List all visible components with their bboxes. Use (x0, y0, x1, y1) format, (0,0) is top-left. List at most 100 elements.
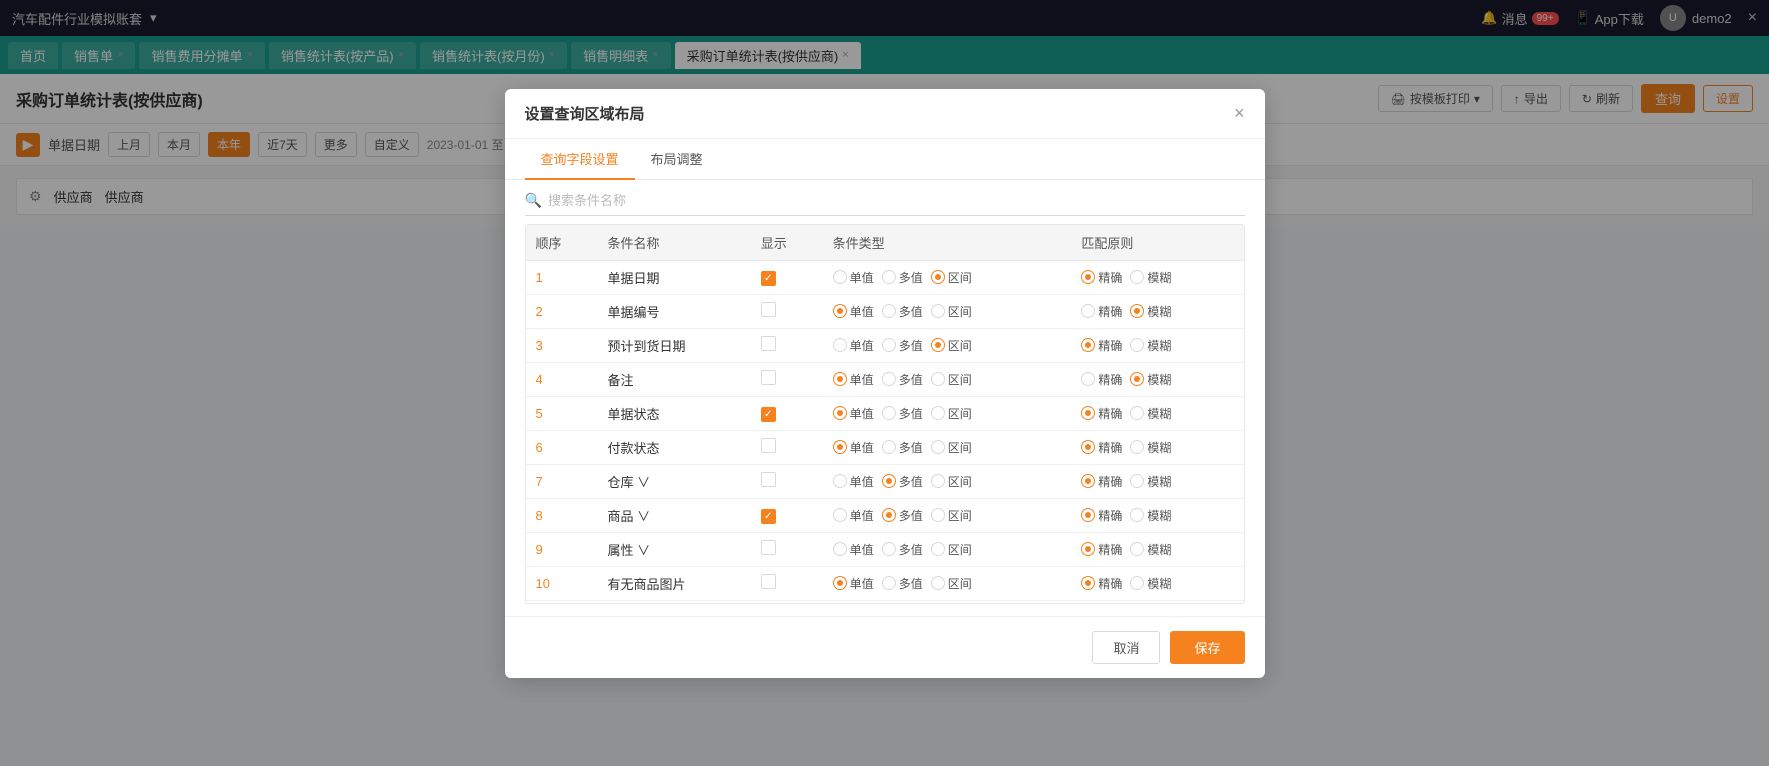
dialog-close-button[interactable]: × (1234, 103, 1245, 124)
radio-condtype-单值[interactable]: 单值 (833, 269, 874, 286)
checkbox[interactable]: ✓ (761, 509, 776, 524)
checkbox[interactable] (761, 302, 776, 317)
radio-dot[interactable] (882, 440, 896, 454)
radio-dot[interactable] (833, 440, 847, 454)
radio-condtype-单值[interactable]: 单值 (833, 337, 874, 354)
radio-match-模糊[interactable]: 模糊 (1130, 473, 1171, 490)
radio-condtype-区间[interactable]: 区间 (931, 269, 972, 286)
radio-dot[interactable] (833, 576, 847, 590)
tab-query-fields[interactable]: 查询字段设置 (525, 139, 635, 180)
radio-match-模糊[interactable]: 模糊 (1130, 303, 1171, 320)
radio-condtype-多值[interactable]: 多值 (882, 575, 923, 592)
radio-condtype-区间[interactable]: 区间 (931, 575, 972, 592)
radio-dot[interactable] (1081, 304, 1095, 318)
radio-dot[interactable] (833, 542, 847, 556)
radio-dot[interactable] (882, 406, 896, 420)
row-display-checkbox[interactable] (751, 430, 823, 464)
radio-dot[interactable] (931, 542, 945, 556)
radio-condtype-多值[interactable]: 多值 (882, 269, 923, 286)
radio-dot[interactable] (931, 508, 945, 522)
radio-dot[interactable] (882, 372, 896, 386)
radio-condtype-多值[interactable]: 多值 (882, 507, 923, 524)
radio-dot[interactable] (833, 338, 847, 352)
radio-dot[interactable] (833, 270, 847, 284)
tab-layout-adjust[interactable]: 布局调整 (635, 139, 719, 180)
radio-condtype-多值[interactable]: 多值 (882, 439, 923, 456)
radio-condtype-多值[interactable]: 多值 (882, 371, 923, 388)
radio-dot[interactable] (833, 372, 847, 386)
radio-dot[interactable] (1130, 440, 1144, 454)
radio-dot[interactable] (1130, 576, 1144, 590)
radio-dot[interactable] (882, 338, 896, 352)
radio-dot[interactable] (1081, 474, 1095, 488)
radio-match-模糊[interactable]: 模糊 (1130, 371, 1171, 388)
checkbox[interactable]: ✓ (761, 407, 776, 422)
row-display-checkbox[interactable] (751, 294, 823, 328)
radio-match-精确[interactable]: 精确 (1081, 541, 1122, 558)
radio-condtype-区间[interactable]: 区间 (931, 473, 972, 490)
radio-condtype-区间[interactable]: 区间 (931, 371, 972, 388)
radio-match-模糊[interactable]: 模糊 (1130, 269, 1171, 286)
radio-match-精确[interactable]: 精确 (1081, 269, 1122, 286)
radio-dot[interactable] (1130, 542, 1144, 556)
radio-match-精确[interactable]: 精确 (1081, 303, 1122, 320)
radio-condtype-单值[interactable]: 单值 (833, 507, 874, 524)
radio-dot[interactable] (833, 508, 847, 522)
radio-condtype-多值[interactable]: 多值 (882, 541, 923, 558)
checkbox[interactable] (761, 540, 776, 555)
radio-dot[interactable] (931, 576, 945, 590)
save-button[interactable]: 保存 (1170, 631, 1244, 664)
radio-match-精确[interactable]: 精确 (1081, 473, 1122, 490)
radio-dot[interactable] (882, 304, 896, 318)
row-display-checkbox[interactable] (751, 532, 823, 566)
radio-condtype-区间[interactable]: 区间 (931, 337, 972, 354)
radio-condtype-单值[interactable]: 单值 (833, 405, 874, 422)
radio-match-精确[interactable]: 精确 (1081, 337, 1122, 354)
checkbox[interactable] (761, 336, 776, 351)
cancel-button[interactable]: 取消 (1092, 631, 1160, 664)
row-display-checkbox[interactable] (751, 464, 823, 498)
radio-match-模糊[interactable]: 模糊 (1130, 575, 1171, 592)
radio-dot[interactable] (1130, 474, 1144, 488)
radio-dot[interactable] (1081, 372, 1095, 386)
radio-dot[interactable] (931, 338, 945, 352)
radio-dot[interactable] (882, 576, 896, 590)
radio-match-模糊[interactable]: 模糊 (1130, 337, 1171, 354)
radio-dot[interactable] (931, 474, 945, 488)
radio-condtype-多值[interactable]: 多值 (882, 473, 923, 490)
radio-match-模糊[interactable]: 模糊 (1130, 405, 1171, 422)
row-display-checkbox[interactable] (751, 566, 823, 600)
radio-match-精确[interactable]: 精确 (1081, 575, 1122, 592)
radio-dot[interactable] (931, 304, 945, 318)
checkbox[interactable] (761, 574, 776, 589)
radio-condtype-多值[interactable]: 多值 (882, 303, 923, 320)
radio-dot[interactable] (1130, 508, 1144, 522)
row-display-checkbox[interactable]: ✓ (751, 396, 823, 430)
radio-condtype-单值[interactable]: 单值 (833, 439, 874, 456)
radio-match-精确[interactable]: 精确 (1081, 507, 1122, 524)
radio-dot[interactable] (1130, 338, 1144, 352)
row-display-checkbox[interactable] (751, 328, 823, 362)
checkbox[interactable] (761, 472, 776, 487)
checkbox[interactable]: ✓ (761, 271, 776, 286)
radio-condtype-区间[interactable]: 区间 (931, 507, 972, 524)
radio-match-模糊[interactable]: 模糊 (1130, 541, 1171, 558)
radio-dot[interactable] (931, 270, 945, 284)
radio-match-模糊[interactable]: 模糊 (1130, 439, 1171, 456)
radio-dot[interactable] (931, 406, 945, 420)
radio-dot[interactable] (1081, 406, 1095, 420)
radio-dot[interactable] (1081, 270, 1095, 284)
radio-dot[interactable] (1081, 440, 1095, 454)
radio-condtype-单值[interactable]: 单值 (833, 303, 874, 320)
radio-match-精确[interactable]: 精确 (1081, 439, 1122, 456)
radio-dot[interactable] (1130, 372, 1144, 386)
radio-dot[interactable] (833, 304, 847, 318)
radio-dot[interactable] (1081, 542, 1095, 556)
radio-match-精确[interactable]: 精确 (1081, 405, 1122, 422)
radio-dot[interactable] (882, 508, 896, 522)
radio-match-精确[interactable]: 精确 (1081, 371, 1122, 388)
radio-condtype-单值[interactable]: 单值 (833, 371, 874, 388)
radio-condtype-单值[interactable]: 单值 (833, 473, 874, 490)
radio-match-模糊[interactable]: 模糊 (1130, 507, 1171, 524)
radio-dot[interactable] (882, 474, 896, 488)
